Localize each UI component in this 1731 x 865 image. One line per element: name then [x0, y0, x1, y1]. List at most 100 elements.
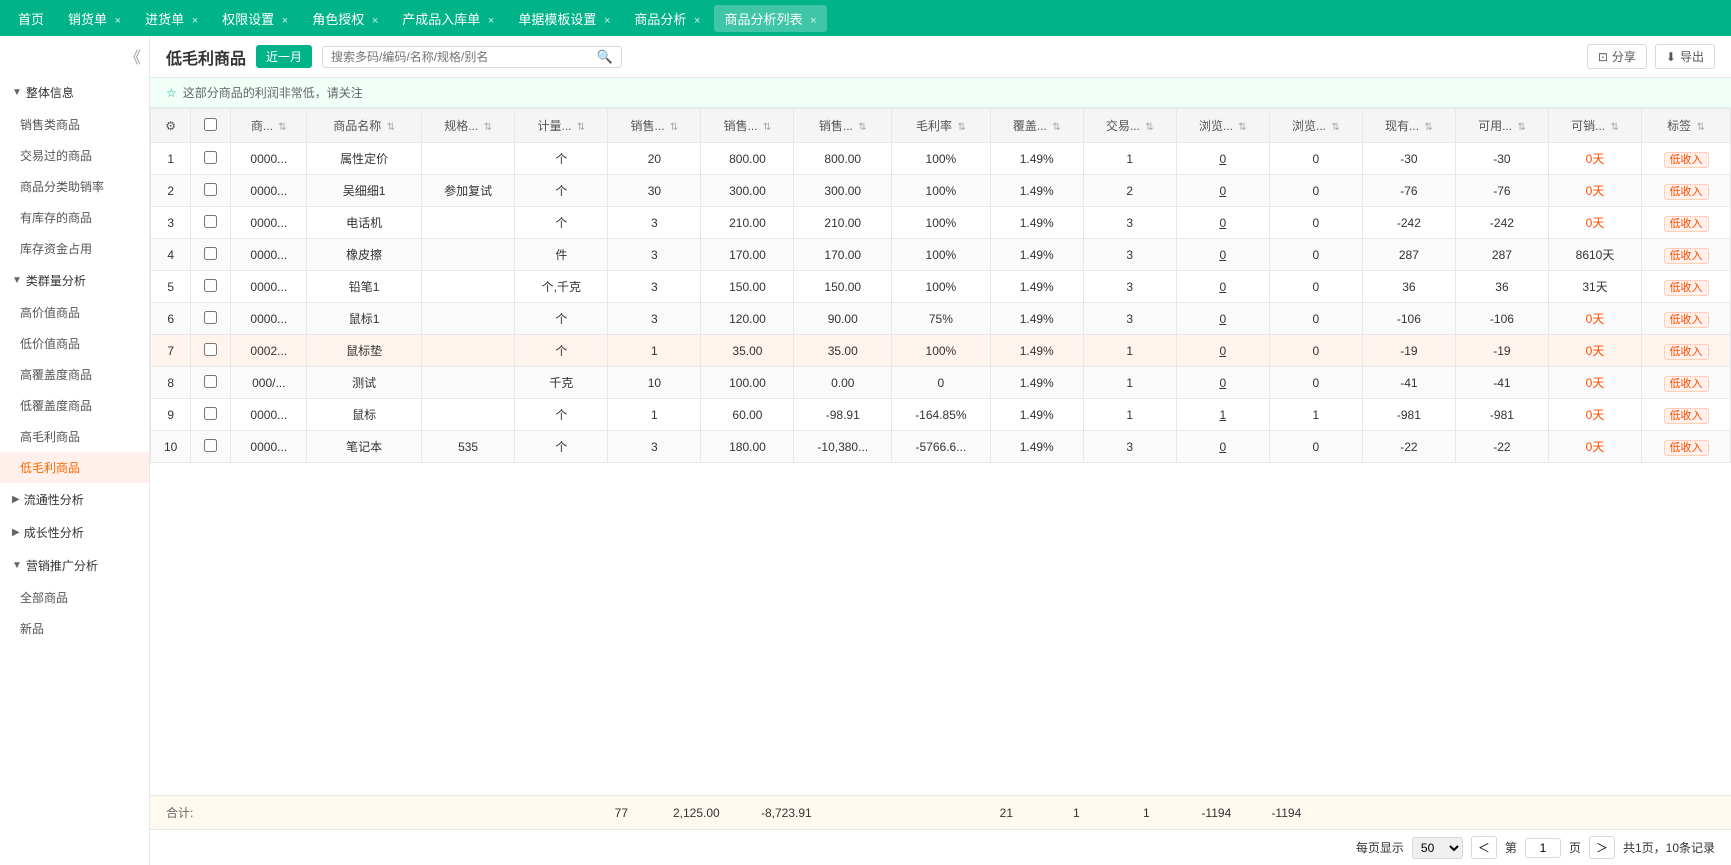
row-select-checkbox[interactable]: [204, 279, 217, 292]
view1-link[interactable]: 0: [1219, 440, 1226, 454]
row-select-checkbox[interactable]: [204, 247, 217, 260]
sidebar-item-new-products[interactable]: 新品: [0, 613, 149, 644]
sidebar-item-high-coverage[interactable]: 高覆盖度商品: [0, 359, 149, 390]
sidebar-item-category-rate[interactable]: 商品分类助销率: [0, 171, 149, 202]
row-view1[interactable]: 0: [1176, 175, 1269, 207]
row-select-checkbox[interactable]: [204, 375, 217, 388]
close-purchase-order[interactable]: ×: [192, 15, 198, 27]
search-input[interactable]: [331, 50, 597, 64]
nav-role-auth[interactable]: 角色授权 ×: [302, 5, 388, 32]
view1-link[interactable]: 0: [1219, 216, 1226, 230]
row-select-checkbox[interactable]: [204, 343, 217, 356]
close-template-settings[interactable]: ×: [604, 15, 610, 27]
view1-link[interactable]: 0: [1219, 312, 1226, 326]
sidebar-item-sales-products[interactable]: 销售类商品: [0, 109, 149, 140]
nav-product-entry[interactable]: 产成品入库单 ×: [392, 5, 504, 32]
row-checkbox[interactable]: [191, 303, 231, 335]
col-unit[interactable]: 计量... ⇅: [515, 109, 608, 143]
sidebar-item-all-products[interactable]: 全部商品: [0, 582, 149, 613]
col-available[interactable]: 可用... ⇅: [1455, 109, 1548, 143]
prev-page-button[interactable]: ＜: [1471, 836, 1497, 859]
sidebar-section-flow[interactable]: ▶ 流通性分析: [0, 483, 149, 516]
view1-link[interactable]: 1: [1219, 408, 1226, 422]
col-transaction[interactable]: 交易... ⇅: [1083, 109, 1176, 143]
row-view1[interactable]: 0: [1176, 335, 1269, 367]
col-current-stock[interactable]: 现有... ⇅: [1362, 109, 1455, 143]
col-code[interactable]: 商... ⇅: [231, 109, 307, 143]
col-coverage[interactable]: 覆盖... ⇅: [990, 109, 1083, 143]
row-select-checkbox[interactable]: [204, 407, 217, 420]
row-select-checkbox[interactable]: [204, 183, 217, 196]
sidebar-collapse-button[interactable]: 《: [121, 40, 145, 72]
close-sales-order[interactable]: ×: [115, 15, 121, 27]
view1-link[interactable]: 0: [1219, 152, 1226, 166]
sidebar-item-low-value[interactable]: 低价值商品: [0, 328, 149, 359]
export-button[interactable]: ⬇ 导出: [1655, 44, 1715, 69]
sidebar-item-in-stock[interactable]: 有库存的商品: [0, 202, 149, 233]
row-view1[interactable]: 1: [1176, 399, 1269, 431]
row-checkbox[interactable]: [191, 399, 231, 431]
sidebar-section-marketing[interactable]: ▼ 营销推广分析: [0, 549, 149, 582]
row-view1[interactable]: 0: [1176, 239, 1269, 271]
view1-link[interactable]: 0: [1219, 248, 1226, 262]
row-select-checkbox[interactable]: [204, 311, 217, 324]
nav-home[interactable]: 首页: [8, 5, 54, 32]
per-page-select[interactable]: 50 20 100: [1412, 837, 1463, 859]
close-analysis-list[interactable]: ×: [810, 15, 816, 27]
row-checkbox[interactable]: [191, 175, 231, 207]
nav-purchase-order[interactable]: 进货单 ×: [135, 5, 208, 32]
nav-analysis-list[interactable]: 商品分析列表 ×: [714, 5, 826, 32]
sidebar-item-capital[interactable]: 库存资金占用: [0, 233, 149, 264]
col-spec[interactable]: 规格... ⇅: [421, 109, 514, 143]
row-checkbox[interactable]: [191, 335, 231, 367]
col-sellable[interactable]: 可销... ⇅: [1548, 109, 1641, 143]
row-view1[interactable]: 0: [1176, 303, 1269, 335]
close-product-entry[interactable]: ×: [488, 15, 494, 27]
sidebar-item-low-coverage[interactable]: 低覆盖度商品: [0, 390, 149, 421]
row-select-checkbox[interactable]: [204, 151, 217, 164]
nav-permissions[interactable]: 权限设置 ×: [212, 5, 298, 32]
row-view1[interactable]: 0: [1176, 143, 1269, 175]
sidebar-section-cluster[interactable]: ▼ 类群量分析: [0, 264, 149, 297]
page-input[interactable]: [1525, 838, 1561, 858]
nav-product-analysis[interactable]: 商品分析 ×: [624, 5, 710, 32]
next-page-button[interactable]: ＞: [1589, 836, 1615, 859]
row-view1[interactable]: 0: [1176, 271, 1269, 303]
view1-link[interactable]: 0: [1219, 344, 1226, 358]
close-role-auth[interactable]: ×: [372, 15, 378, 27]
nav-sales-order[interactable]: 销货单 ×: [58, 5, 131, 32]
row-view1[interactable]: 0: [1176, 207, 1269, 239]
view1-link[interactable]: 0: [1219, 376, 1226, 390]
sidebar-item-high-gross[interactable]: 高毛利商品: [0, 421, 149, 452]
sidebar-section-growth[interactable]: ▶ 成长性分析: [0, 516, 149, 549]
col-tag[interactable]: 标签 ⇅: [1642, 109, 1731, 143]
view1-link[interactable]: 0: [1219, 184, 1226, 198]
row-checkbox[interactable]: [191, 367, 231, 399]
sidebar-item-high-value[interactable]: 高价值商品: [0, 297, 149, 328]
col-sales-qty[interactable]: 销售... ⇅: [608, 109, 701, 143]
share-button[interactable]: ⊡ 分享: [1587, 44, 1647, 69]
col-view2[interactable]: 浏览... ⇅: [1269, 109, 1362, 143]
row-checkbox[interactable]: [191, 271, 231, 303]
row-view1[interactable]: 0: [1176, 367, 1269, 399]
sidebar-item-traded-products[interactable]: 交易过的商品: [0, 140, 149, 171]
sidebar-section-overall[interactable]: ▼ 整体信息: [0, 76, 149, 109]
col-sales-price[interactable]: 销售... ⇅: [701, 109, 794, 143]
col-sales-amount[interactable]: 销售... ⇅: [794, 109, 892, 143]
row-checkbox[interactable]: [191, 143, 231, 175]
col-settings[interactable]: ⚙: [151, 109, 191, 143]
close-product-analysis[interactable]: ×: [694, 15, 700, 27]
row-select-checkbox[interactable]: [204, 439, 217, 452]
close-permissions[interactable]: ×: [282, 15, 288, 27]
select-all-checkbox[interactable]: [204, 118, 217, 131]
col-name[interactable]: 商品名称 ⇅: [307, 109, 422, 143]
col-view1[interactable]: 浏览... ⇅: [1176, 109, 1269, 143]
row-checkbox[interactable]: [191, 239, 231, 271]
filter-period-button[interactable]: 近一月: [256, 45, 312, 68]
row-select-checkbox[interactable]: [204, 215, 217, 228]
row-checkbox[interactable]: [191, 431, 231, 463]
row-view1[interactable]: 0: [1176, 431, 1269, 463]
sidebar-item-low-gross[interactable]: 低毛利商品: [0, 452, 149, 483]
row-checkbox[interactable]: [191, 207, 231, 239]
nav-template-settings[interactable]: 单据模板设置 ×: [508, 5, 620, 32]
